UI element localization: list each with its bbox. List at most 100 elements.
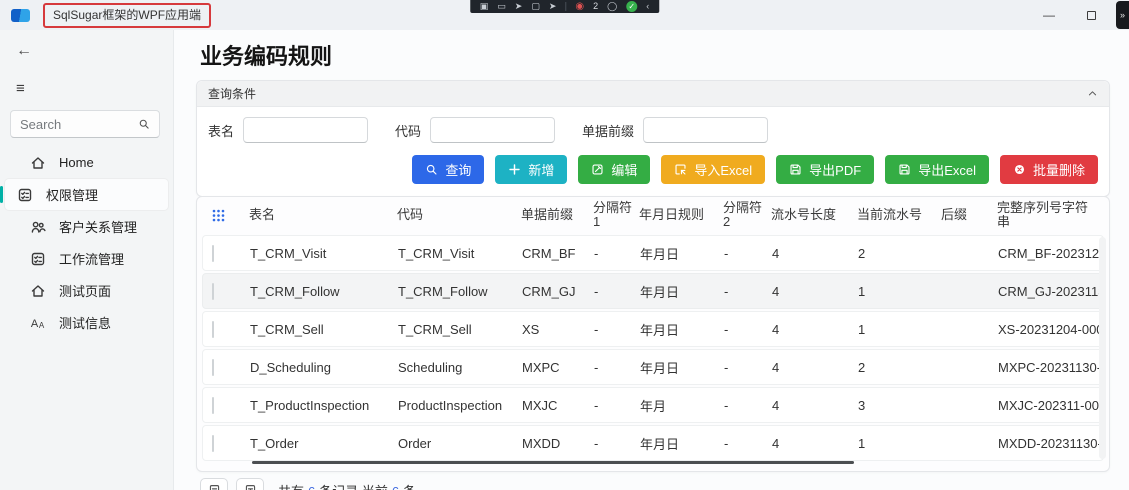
document-grid-icon [244, 484, 257, 490]
cursor-icon[interactable]: ➤ [515, 2, 523, 11]
query-panel: 查询条件 表名 代码 单据前缀 查询 新增 编辑 导入Excel 导出PDF 导… [196, 80, 1110, 197]
table-row[interactable]: T_CRM_Visit T_CRM_Visit CRM_BF - 年月日 - 4 2 CRM_B… [202, 235, 1104, 271]
sidebar-item-test-page[interactable]: 测试页面 [5, 275, 168, 306]
table-row[interactable]: T_CRM_Sell T_CRM_Sell XS - 年月日 - 4 1 XS-20231204… [202, 311, 1104, 347]
sidebar-item-label: 客户关系管理 [59, 220, 138, 235]
table-cell: 4 [772, 435, 780, 451]
import-icon [674, 163, 687, 176]
record-summary: 共有6条记录 当前6条 [278, 481, 416, 490]
toolbar-divider [565, 2, 567, 11]
button-label: 查询 [445, 163, 472, 178]
doc-prefix-field: 单据前缀 [582, 117, 769, 143]
export-excel-button[interactable]: 导出Excel [885, 155, 989, 184]
table-cell: MXPC [522, 359, 560, 375]
table-name-input[interactable] [243, 117, 369, 143]
svg-text:A: A [31, 318, 39, 330]
table-cell: 2 [858, 359, 866, 375]
table-row[interactable]: D_Scheduling Scheduling MXPC - 年月日 - 4 2 MXPC-20… [202, 349, 1104, 385]
sidebar-item-label: Home [59, 155, 94, 170]
delete-icon [1013, 163, 1026, 176]
table-cell: 年月 [640, 398, 667, 414]
window-snip-icon[interactable]: ▣ [480, 2, 489, 11]
table-cell: - [594, 397, 599, 413]
row-checkbox[interactable] [212, 320, 214, 338]
window-controls: — » [1028, 0, 1129, 30]
table-cell: 4 [772, 397, 780, 413]
check-circle-icon[interactable]: ✓ [626, 1, 638, 12]
chevron-up-icon[interactable] [1087, 88, 1098, 99]
edit-button[interactable]: 编辑 [578, 155, 651, 184]
hamburger-menu-button[interactable]: ≡ [16, 80, 26, 97]
record-icon[interactable]: ◉ [575, 1, 584, 12]
table-cell: T_CRM_Follow [250, 283, 340, 299]
table-cell: - [724, 245, 729, 261]
table-row[interactable]: T_CRM_Follow T_CRM_Follow CRM_GJ - 年月日 - 4 1 CRM… [202, 273, 1104, 309]
table-cell: 1 [858, 321, 866, 337]
grid-select-icon[interactable] [211, 208, 249, 223]
query-panel-header[interactable]: 查询条件 [197, 81, 1109, 107]
export-pdf-button[interactable]: 导出PDF [776, 155, 875, 184]
import-excel-button[interactable]: 导入Excel [661, 155, 766, 184]
record-count: 2 [593, 1, 599, 11]
sidebar-item-test-info[interactable]: AA 测试信息 [5, 307, 168, 338]
table-cell: 年月日 [640, 360, 680, 376]
table-cell: - [594, 321, 599, 337]
table-cell: 4 [772, 245, 780, 261]
page-title: 业务编码规则 [200, 44, 333, 69]
cursor-drag-icon[interactable]: ➤ [549, 2, 557, 11]
sidebar-item-label: 测试页面 [59, 284, 112, 299]
doc-prefix-label: 单据前缀 [582, 123, 635, 139]
table-cell: - [724, 359, 729, 375]
table-cell: D_Scheduling [250, 359, 331, 375]
horizontal-scrollbar[interactable] [252, 461, 854, 464]
batch-delete-button[interactable]: 批量删除 [999, 155, 1098, 184]
overlay-corner-widget[interactable]: » [1116, 1, 1129, 29]
button-label: 导出Excel [918, 163, 976, 178]
table-body: T_CRM_Visit T_CRM_Visit CRM_BF - 年月日 - 4 2 CRM_B… [197, 235, 1109, 461]
query-button[interactable]: 查询 [412, 155, 485, 184]
sidebar-item-workflow-mgmt[interactable]: 工作流管理 [5, 243, 168, 274]
column-header: 单据前缀 [521, 207, 574, 222]
button-label: 导出PDF [809, 163, 862, 178]
table-cell: - [594, 359, 599, 375]
annotation-overlay-toolbar: ▣ ▭ ➤ ▢ ➤ ◉ 2 ◯ ✓ ‹ [469, 0, 660, 13]
table-cell: Order [398, 435, 432, 451]
chevron-left-icon[interactable]: ‹ [646, 2, 649, 11]
sidebar-item-label: 测试信息 [59, 316, 112, 331]
table-row[interactable]: T_ProductInspection ProductInspection MXJC… [202, 387, 1104, 423]
sidebar-item-permission-mgmt[interactable]: 权限管理 [0, 179, 168, 210]
vertical-scrollbar[interactable] [1099, 237, 1106, 459]
square-icon[interactable]: ▢ [531, 2, 540, 11]
table-cell: T_CRM_Sell [250, 321, 324, 337]
plus-icon [508, 163, 521, 176]
sidebar-item-crm-mgmt[interactable]: 客户关系管理 [5, 211, 168, 242]
summary-current: 6 [392, 484, 399, 490]
table-cell: XS-20231204-000 [998, 321, 1102, 337]
back-button[interactable]: ← [16, 42, 32, 60]
row-checkbox[interactable] [212, 244, 214, 262]
row-checkbox[interactable] [212, 358, 214, 376]
column-header: 分隔符2 [723, 200, 763, 229]
export-page-button-2[interactable] [236, 478, 264, 490]
table-row[interactable]: T_Order Order MXDD - 年月日 - 4 1 MXDD-20231130- [202, 425, 1104, 461]
table-header-row: 表名 代码 单据前缀 分隔符1 年月日规则 分隔符2 流水号长度 当前流水号 后缀 完整序列号字符… [197, 197, 1109, 233]
table-cell: 1 [858, 435, 866, 451]
table-cell: CRM_BF [522, 245, 576, 261]
titlebar: SqlSugar框架的WPF应用端 ▣ ▭ ➤ ▢ ➤ ◉ 2 ◯ ✓ ‹ — … [0, 0, 1129, 30]
sidebar-item-home[interactable]: Home [5, 147, 168, 178]
doc-prefix-input[interactable] [643, 117, 769, 143]
person-circle-icon[interactable]: ◯ [607, 2, 617, 11]
maximize-button[interactable] [1070, 0, 1112, 30]
export-page-button-1[interactable] [200, 478, 228, 490]
font-icon: AA [30, 315, 46, 331]
add-button[interactable]: 新增 [495, 155, 568, 184]
table-cell: 1 [858, 283, 866, 299]
row-checkbox[interactable] [212, 396, 214, 414]
row-checkbox[interactable] [212, 434, 214, 452]
search-input[interactable]: Search [10, 110, 160, 138]
rect-select-icon[interactable]: ▭ [497, 2, 506, 11]
minimize-button[interactable]: — [1028, 0, 1070, 30]
row-checkbox[interactable] [212, 282, 214, 300]
column-header: 流水号长度 [771, 207, 837, 222]
code-input[interactable] [430, 117, 556, 143]
